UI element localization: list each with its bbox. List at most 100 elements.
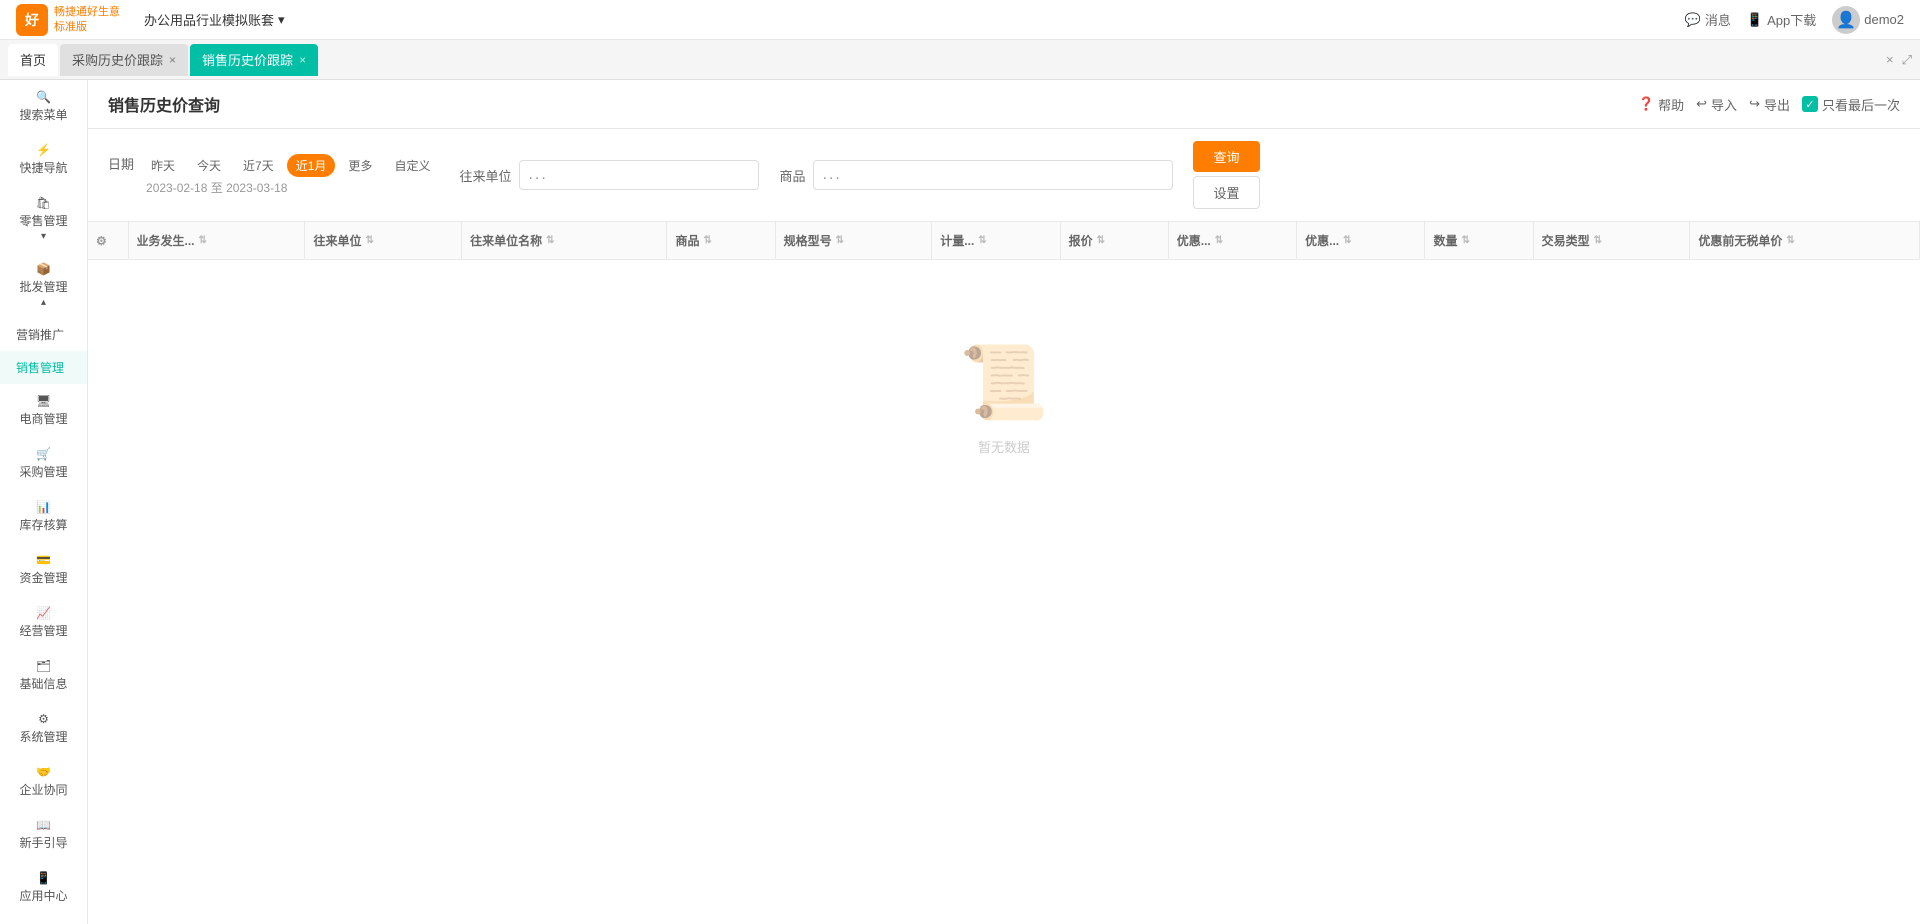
purchase-icon: 🛒: [36, 447, 51, 461]
partner-placeholder: ...: [528, 166, 547, 184]
sidebar-item-basic[interactable]: 🗂 基础信息: [0, 649, 87, 702]
tab-bar: 首页 采购历史价跟踪 × 销售历史价跟踪 × × ⤢: [0, 40, 1920, 80]
tab-sales-history[interactable]: 销售历史价跟踪 ×: [190, 44, 318, 76]
close-all-icon[interactable]: ×: [1886, 52, 1894, 68]
empty-illustration: 📜: [959, 340, 1049, 425]
close-tab-purchase[interactable]: ×: [169, 53, 176, 67]
sort-icon-qty[interactable]: ⇅: [1462, 235, 1470, 246]
ops-icon: 📈: [36, 606, 51, 620]
avatar: 👤: [1832, 6, 1860, 34]
product-placeholder: ...: [822, 166, 841, 184]
column-settings-icon[interactable]: ⚙: [96, 234, 107, 248]
col-discount2: 优惠... ⇅: [1297, 222, 1425, 260]
sidebar-item-guide[interactable]: 📖 新手引导: [0, 808, 87, 861]
maximize-icon[interactable]: ⤢: [1902, 52, 1912, 68]
sort-icon-pre-tax[interactable]: ⇅: [1786, 235, 1794, 246]
only-last-toggle[interactable]: ✓ 只看最后一次: [1802, 95, 1900, 114]
help-action[interactable]: ❓ 帮助: [1638, 95, 1684, 114]
wholesale-icon: 📦: [36, 262, 51, 276]
sidebar-subitem-marketing[interactable]: 营销推广: [0, 318, 87, 351]
logo-area: 好 畅捷通好生意 标准版: [16, 4, 120, 36]
date-range-display: 2023-02-18 至 2023-03-18: [146, 179, 439, 196]
sidebar-item-shortcuts[interactable]: ⚡ 快捷导航: [0, 133, 87, 186]
col-pre-tax: 优惠前无税单价 ⇅: [1690, 222, 1920, 260]
tab-purchase-history[interactable]: 采购历史价跟踪 ×: [60, 44, 188, 76]
sidebar-item-corp[interactable]: 🤝 企业协同: [0, 755, 87, 808]
sort-icon-biz-date[interactable]: ⇅: [199, 235, 207, 246]
sort-icon-trade-type[interactable]: ⇅: [1594, 235, 1602, 246]
export-action[interactable]: ↪ 导出: [1749, 95, 1790, 114]
finance-icon: 💳: [36, 553, 51, 567]
date-label: 日期: [108, 154, 134, 173]
table-header-row: ⚙ 业务发生... ⇅ 往来单位 ⇅: [88, 222, 1920, 260]
sidebar-item-app[interactable]: 📱 应用中心: [0, 861, 87, 914]
date-btn-more[interactable]: 更多: [339, 154, 381, 177]
sidebar-item-wholesale[interactable]: 📦 批发管理 ▴: [0, 252, 87, 318]
corp-icon: 🤝: [36, 765, 51, 779]
sidebar-subitem-sales[interactable]: 销售管理: [0, 351, 87, 384]
setting-button[interactable]: 设置: [1193, 176, 1259, 209]
partner-input[interactable]: ...: [519, 160, 759, 190]
sort-icon-unit[interactable]: ⇅: [978, 235, 986, 246]
main-layout: 🔍 搜索菜单 ⚡ 快捷导航 🛍 零售管理 ▾ 📦 批发管理 ▴ 营销推广 销售管…: [0, 80, 1920, 924]
sidebar-item-finance[interactable]: 💳 资金管理: [0, 543, 87, 596]
sidebar-item-ops[interactable]: 📈 经营管理: [0, 596, 87, 649]
empty-state: 📜 暂无数据: [88, 260, 1920, 536]
sort-icon-discount2[interactable]: ⇅: [1343, 235, 1351, 246]
page-title: 销售历史价查询: [108, 92, 220, 116]
sidebar-item-retail[interactable]: 🛍 零售管理 ▾: [0, 186, 87, 252]
table-container: ⚙ 业务发生... ⇅ 往来单位 ⇅: [88, 222, 1920, 924]
date-buttons: 昨天 今天 近7天 近1月 更多 自定义: [142, 154, 439, 177]
action-buttons: 查询 设置: [1193, 141, 1259, 209]
col-unit: 计量... ⇅: [932, 222, 1060, 260]
product-label: 商品: [779, 166, 805, 185]
sort-icon-discount1[interactable]: ⇅: [1215, 235, 1223, 246]
query-button[interactable]: 查询: [1193, 141, 1259, 172]
message-action[interactable]: 💬 消息: [1685, 10, 1731, 29]
import-icon: ↩: [1696, 96, 1707, 112]
tab-home[interactable]: 首页: [8, 44, 58, 76]
date-btn-1month[interactable]: 近1月: [287, 154, 336, 177]
chevron-down-icon: ▾: [278, 12, 285, 28]
logo-icon: 好: [16, 4, 48, 36]
date-btn-custom[interactable]: 自定义: [385, 154, 439, 177]
empty-state-inner: 📜 暂无数据: [959, 260, 1049, 536]
chevron-up-icon: ▴: [41, 297, 46, 308]
col-qty: 数量 ⇅: [1425, 222, 1533, 260]
sidebar-item-search[interactable]: 🔍 搜索菜单: [0, 80, 87, 133]
sidebar-item-wechat[interactable]: 💬 企业微信: [0, 914, 87, 924]
sort-icon-partner-code[interactable]: ⇅: [365, 235, 373, 246]
empty-text: 暂无数据: [978, 437, 1030, 456]
col-spec: 规格型号 ⇅: [775, 222, 932, 260]
col-product: 商品 ⇅: [667, 222, 775, 260]
user-action[interactable]: 👤 demo2: [1832, 6, 1904, 34]
logo-text: 畅捷通好生意 标准版: [54, 5, 120, 34]
download-action[interactable]: 📱 App下载: [1747, 10, 1816, 29]
page-header: 销售历史价查询 ❓ 帮助 ↩ 导入 ↪ 导出 ✓ 只看最后一次: [88, 80, 1920, 129]
col-quote: 报价 ⇅: [1060, 222, 1168, 260]
filter-area: 日期 昨天 今天 近7天 近1月 更多 自定义 2023-02-18 至 202…: [88, 129, 1920, 222]
sort-icon-quote[interactable]: ⇅: [1097, 235, 1105, 246]
sidebar-item-ecom[interactable]: 🖥 电商管理: [0, 384, 87, 437]
sort-icon-spec[interactable]: ⇅: [836, 235, 844, 246]
sort-icon-partner-name[interactable]: ⇅: [546, 235, 554, 246]
date-btn-yesterday[interactable]: 昨天: [142, 154, 184, 177]
import-action[interactable]: ↩ 导入: [1696, 95, 1737, 114]
header-actions: ❓ 帮助 ↩ 导入 ↪ 导出 ✓ 只看最后一次: [1638, 95, 1900, 114]
col-partner-name: 往来单位名称 ⇅: [462, 222, 667, 260]
date-btn-7days[interactable]: 近7天: [234, 154, 283, 177]
sidebar-item-system[interactable]: ⚙ 系统管理: [0, 702, 87, 755]
ecom-icon: 🖥: [36, 394, 51, 408]
app-icon: 📱: [36, 871, 51, 885]
product-input[interactable]: ...: [813, 160, 1173, 190]
data-table: ⚙ 业务发生... ⇅ 往来单位 ⇅: [88, 222, 1920, 260]
col-trade-type: 交易类型 ⇅: [1533, 222, 1690, 260]
app-selector[interactable]: 办公用品行业模拟账套 ▾: [144, 10, 285, 29]
sidebar-item-purchase[interactable]: 🛒 采购管理: [0, 437, 87, 490]
download-icon: 📱: [1747, 12, 1763, 28]
sort-icon-product[interactable]: ⇅: [703, 235, 711, 246]
top-bar-left: 好 畅捷通好生意 标准版 办公用品行业模拟账套 ▾: [16, 4, 285, 36]
close-tab-sales[interactable]: ×: [299, 53, 306, 67]
sidebar-item-stock[interactable]: 📊 库存核算: [0, 490, 87, 543]
date-btn-today[interactable]: 今天: [188, 154, 230, 177]
